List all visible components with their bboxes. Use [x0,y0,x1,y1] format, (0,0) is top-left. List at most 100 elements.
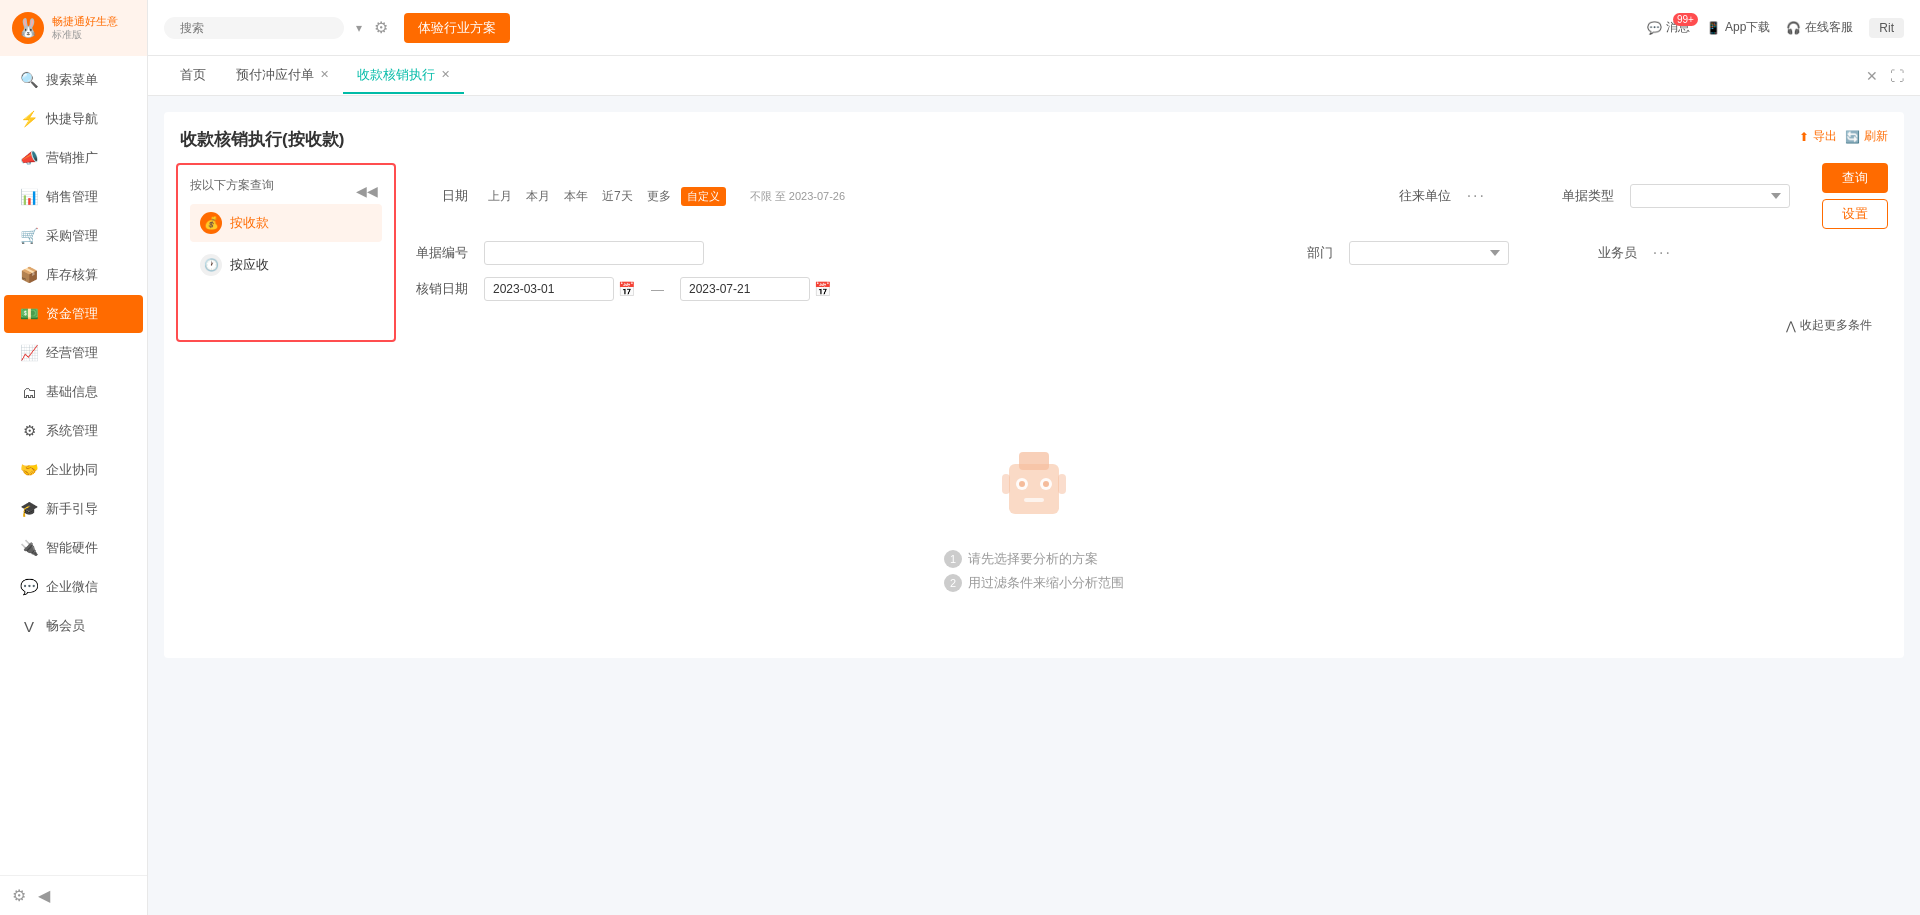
export-button[interactable]: ⬆ 导出 [1799,128,1837,145]
refresh-button[interactable]: 🔄 刷新 [1845,128,1888,145]
counterparty-select-dots[interactable]: ··· [1467,187,1486,205]
filter-row-1: 日期 上月 本月 本年 近7天 更多 自定义 不限 至 2023-07-26 [412,163,1888,229]
filter-option-by-receivable[interactable]: 🕐 按应收 [190,246,382,284]
sidebar-item-8[interactable]: 🗂基础信息 [4,373,143,411]
app-sub: 标准版 [52,28,118,42]
receipt-icon: 💰 [200,212,222,234]
date-this-month[interactable]: 本月 [522,187,554,206]
sidebar-logo: 🐰 畅捷通好生意 标准版 [0,0,147,56]
search-chevron-icon[interactable]: ▾ [356,21,362,35]
collapse-more-area: ⋀ 收起更多条件 [412,313,1888,342]
tab-prepay-close-icon[interactable]: ✕ [320,68,329,81]
empty-state: 1 请先选择要分析的方案 2 用过滤条件来缩小分析范围 [164,354,1904,658]
setting-button[interactable]: 设置 [1822,199,1888,229]
nav-icon-14: V [20,618,38,635]
query-button[interactable]: 查询 [1822,163,1888,193]
message-icon: 💬 [1647,21,1662,35]
writeoff-date-end-group: 📅 [680,277,831,301]
main-container: ▾ ⚙ 体验行业方案 💬 消息 99+ 📱 App下载 🎧 在线客服 Rit 首… [148,0,1920,915]
nav-label-9: 系统管理 [46,422,98,440]
sidebar-item-10[interactable]: 🤝 企业协同 [4,451,143,489]
nav-label-4: 采购管理 [46,227,98,245]
sidebar-item-11[interactable]: 🎓新手引导 [4,490,143,528]
empty-tips: 1 请先选择要分析的方案 2 用过滤条件来缩小分析范围 [944,550,1124,598]
writeoff-date-end-calendar-icon[interactable]: 📅 [814,281,831,297]
department-label: 部门 [1277,244,1333,262]
staff-select-dots[interactable]: ··· [1653,244,1672,262]
messages-button[interactable]: 💬 消息 99+ [1647,19,1690,36]
filter-row-3: 核销日期 📅 — 📅 [412,277,1888,301]
sidebar-item-7[interactable]: 📈经营管理 [4,334,143,372]
nav-icon-13: 💬 [20,578,38,596]
solution-button[interactable]: 体验行业方案 [404,13,510,43]
date-label: 日期 [412,187,468,205]
sidebar-bottom: ⚙ ◀ [0,875,147,915]
sidebar-nav: 🔍 搜索菜单 ⚡快捷导航📣营销推广📊销售管理🛒采购管理📦库存核算💵资金管理📈经营管理… [0,56,147,875]
tab-expand-icon[interactable]: ⛶ [1890,68,1904,84]
filter-right-panel: 日期 上月 本月 本年 近7天 更多 自定义 不限 至 2023-07-26 [396,151,1904,354]
docnumber-input[interactable] [484,241,704,265]
svg-rect-0 [1009,464,1059,514]
sidebar-item-4[interactable]: 🛒采购管理 [4,217,143,255]
service-icon: 🎧 [1786,21,1801,35]
tab-close-all-icon[interactable]: ✕ [1866,68,1878,84]
tab-home[interactable]: 首页 [164,58,222,94]
svg-rect-8 [1058,474,1066,494]
writeoff-date-end[interactable] [680,277,810,301]
sidebar-item-6[interactable]: 💵资金管理 [4,295,143,333]
search-input[interactable] [164,17,344,39]
nav-icon-2: 📣 [20,149,38,167]
svg-point-5 [1043,481,1049,487]
svg-rect-1 [1019,452,1049,470]
refresh-icon: 🔄 [1845,130,1860,144]
nav-icon-0: 🔍 [20,71,38,89]
sidebar-item-13[interactable]: 💬 企业微信 [4,568,143,606]
gear-icon[interactable]: ⚙ [374,18,388,37]
tab-writeoff-close-icon[interactable]: ✕ [441,68,450,81]
doctype-select[interactable] [1630,184,1790,208]
nav-icon-6: 💵 [20,305,38,323]
nav-icon-8: 🗂 [20,384,38,401]
online-service-button[interactable]: 🎧 在线客服 [1786,19,1853,36]
nav-label-14: 畅会员 [46,617,85,635]
department-select[interactable] [1349,241,1509,265]
collapse-sidebar-icon[interactable]: ◀ [38,886,50,905]
app-download-button[interactable]: 📱 App下载 [1706,19,1770,36]
writeoff-date-start-group: 📅 [484,277,635,301]
tab-bar-actions: ✕ ⛶ [1866,68,1904,84]
nav-label-0: 搜索菜单 [46,71,98,89]
sidebar-item-14[interactable]: V 畅会员 [4,607,143,645]
sidebar-item-0[interactable]: 🔍 搜索菜单 [4,61,143,99]
sidebar-item-3[interactable]: 📊销售管理 [4,178,143,216]
filter-option-by-receipt[interactable]: 💰 按收款 [190,204,382,242]
nav-icon-12: 🔌 [20,539,38,557]
sidebar-item-12[interactable]: 🔌智能硬件 [4,529,143,567]
empty-tip-1: 1 请先选择要分析的方案 [944,550,1124,568]
writeoff-date-start[interactable] [484,277,614,301]
nav-label-10: 企业协同 [46,461,98,479]
nav-label-11: 新手引导 [46,500,98,518]
user-name[interactable]: Rit [1869,18,1904,38]
date-custom-badge[interactable]: 自定义 [681,187,726,206]
settings-icon[interactable]: ⚙ [12,886,26,905]
nav-icon-5: 📦 [20,266,38,284]
date-last-month[interactable]: 上月 [484,187,516,206]
date-quick-group: 上月 本月 本年 近7天 更多 自定义 [484,187,726,206]
date-more[interactable]: 更多 [643,187,675,206]
writeoff-date-start-calendar-icon[interactable]: 📅 [618,281,635,297]
receivable-icon: 🕐 [200,254,222,276]
nav-icon-9: ⚙ [20,422,38,440]
nav-label-13: 企业微信 [46,578,98,596]
sidebar-item-5[interactable]: 📦库存核算 [4,256,143,294]
tab-prepay[interactable]: 预付冲应付单 ✕ [222,58,343,94]
collapse-filter-button[interactable]: ◀◀ [352,179,382,203]
nav-icon-3: 📊 [20,188,38,206]
nav-icon-10: 🤝 [20,461,38,479]
sidebar-item-9[interactable]: ⚙ 系统管理 [4,412,143,450]
collapse-more-button[interactable]: ⋀ 收起更多条件 [1786,317,1872,334]
tab-writeoff[interactable]: 收款核销执行 ✕ [343,58,464,94]
date-7days[interactable]: 近7天 [598,187,637,206]
sidebar-item-1[interactable]: ⚡快捷导航 [4,100,143,138]
sidebar-item-2[interactable]: 📣营销推广 [4,139,143,177]
date-this-year[interactable]: 本年 [560,187,592,206]
